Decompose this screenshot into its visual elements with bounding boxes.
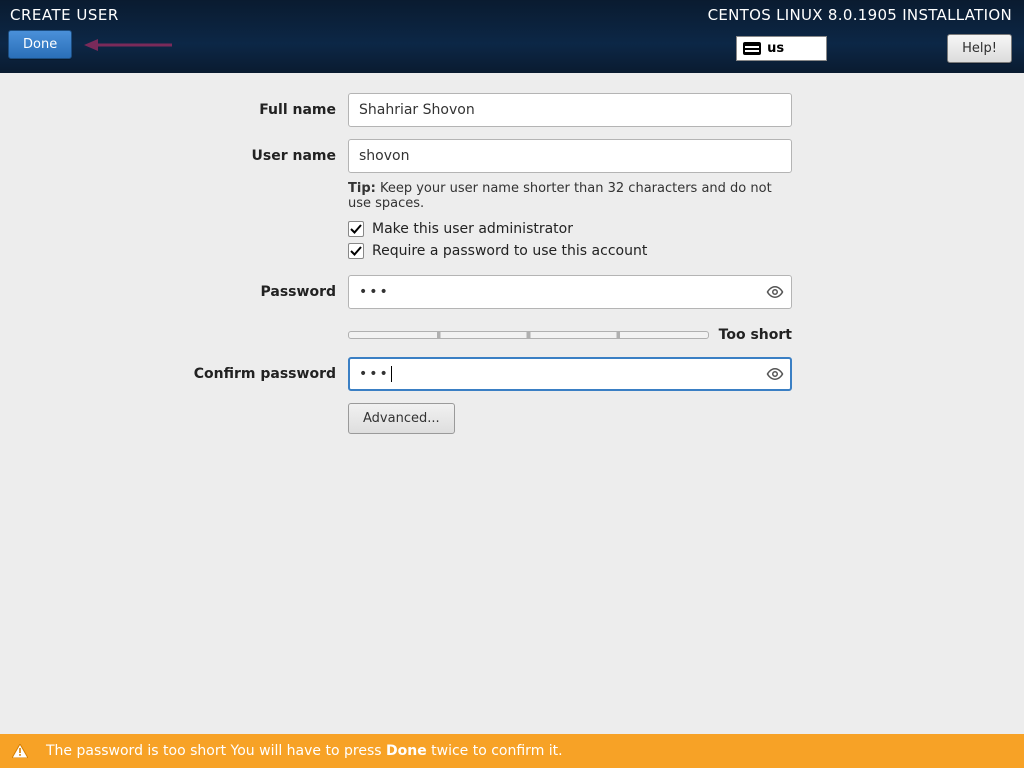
help-button[interactable]: Help! (947, 34, 1012, 63)
fullname-label: Full name (0, 102, 348, 118)
keyboard-layout-indicator[interactable]: us (736, 36, 827, 61)
row-fullname: Full name (0, 93, 1024, 127)
confirm-password-label: Confirm password (0, 366, 348, 382)
tip-prefix: Tip: (348, 181, 376, 196)
text-cursor (391, 366, 392, 382)
username-input[interactable] (348, 139, 792, 173)
row-requirepw-checkbox: Require a password to use this account (0, 243, 1024, 259)
password-input[interactable]: ••• (348, 275, 792, 309)
row-password: Password ••• (0, 275, 1024, 309)
fullname-input[interactable] (348, 93, 792, 127)
form-area: Full name User name Tip: Keep your user … (0, 73, 1024, 734)
row-advanced: Advanced... (0, 403, 1024, 434)
requirepw-checkbox[interactable] (348, 243, 364, 259)
warning-text: The password is too short You will have … (46, 743, 563, 759)
requirepw-checkbox-label: Require a password to use this account (372, 243, 647, 259)
row-tip: Tip: Keep your user name shorter than 32… (0, 181, 1024, 211)
install-title: CENTOS LINUX 8.0.1905 INSTALLATION (708, 6, 1012, 24)
username-tip: Tip: Keep your user name shorter than 32… (348, 181, 792, 211)
warning-bar: The password is too short You will have … (0, 734, 1024, 768)
row-username: User name (0, 139, 1024, 173)
row-confirm-password: Confirm password ••• (0, 357, 1024, 391)
tip-text: Keep your user name shorter than 32 char… (348, 181, 772, 211)
password-strength-meter (348, 331, 709, 339)
row-admin-checkbox: Make this user administrator (0, 221, 1024, 237)
password-strength-label: Too short (719, 327, 792, 343)
show-confirm-password-icon[interactable] (766, 365, 784, 383)
admin-checkbox-label: Make this user administrator (372, 221, 573, 237)
password-value: ••• (359, 284, 390, 300)
advanced-button[interactable]: Advanced... (348, 403, 455, 434)
password-label: Password (0, 284, 348, 300)
header: CREATE USER Done CENTOS LINUX 8.0.1905 I… (0, 0, 1024, 73)
warning-icon (12, 744, 28, 758)
keyboard-icon (743, 42, 761, 55)
done-button[interactable]: Done (8, 30, 72, 59)
show-password-icon[interactable] (766, 283, 784, 301)
username-label: User name (0, 148, 348, 164)
admin-checkbox[interactable] (348, 221, 364, 237)
row-strength: Too short (0, 321, 1024, 357)
pointer-arrow-icon (84, 38, 174, 52)
confirm-password-value: ••• (359, 366, 390, 382)
keyboard-layout-label: us (767, 41, 784, 56)
confirm-password-input[interactable]: ••• (348, 357, 792, 391)
